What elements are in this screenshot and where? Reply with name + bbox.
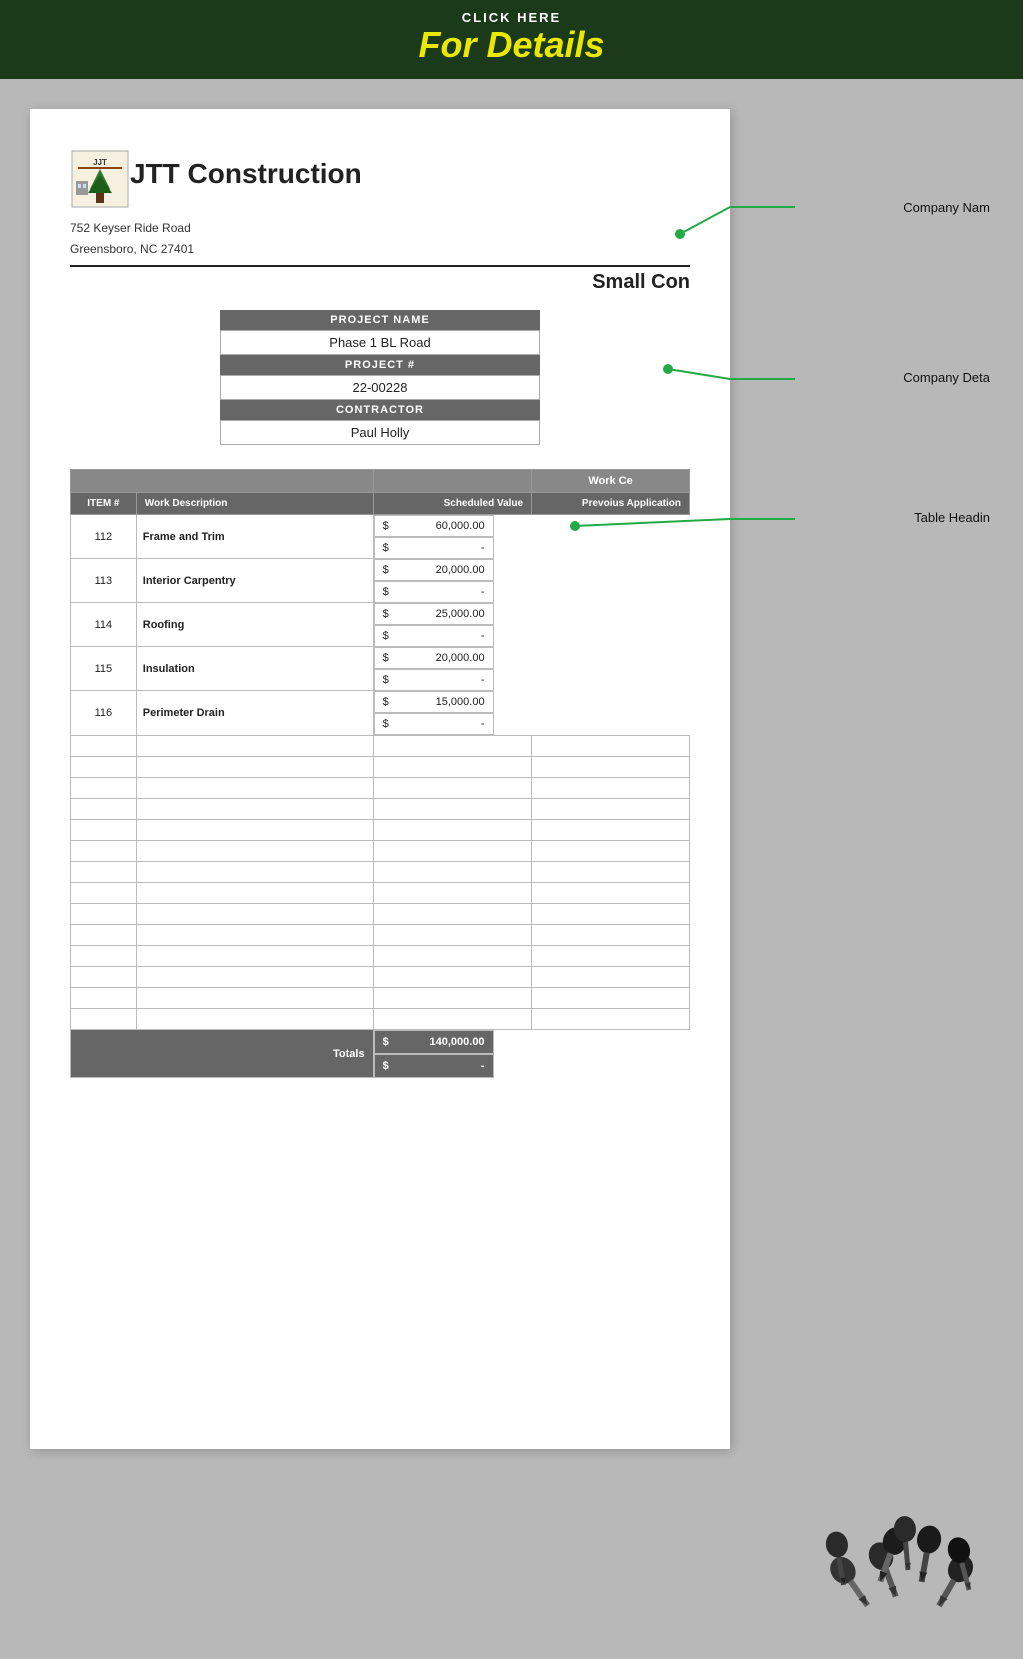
cell-item: 115 bbox=[71, 647, 137, 691]
project-name-value: Phase 1 BL Road bbox=[220, 330, 540, 355]
project-number-header: PROJECT # bbox=[220, 355, 540, 375]
table-row: 115 Insulation $20,000.00 $- bbox=[71, 647, 690, 691]
table-row: 114 Roofing $25,000.00 $- bbox=[71, 603, 690, 647]
right-panel: Company Nam Company Deta Table Headin bbox=[730, 79, 1000, 1479]
project-number-value: 22-00228 bbox=[220, 375, 540, 400]
table-empty-row bbox=[71, 819, 690, 840]
table-empty-row bbox=[71, 1008, 690, 1029]
table-empty-row bbox=[71, 987, 690, 1008]
document-area: JJT JTT Construction 752 Keyser Ride Roa… bbox=[30, 109, 730, 1449]
annotation-table-heading: Table Headin bbox=[914, 509, 990, 527]
cell-prev: $- bbox=[374, 537, 494, 559]
cell-prev: $- bbox=[374, 713, 494, 735]
for-details-text: For Details bbox=[0, 25, 1023, 65]
pushpin-decoration bbox=[783, 1499, 1003, 1649]
table-header-main: ITEM # Work Description Scheduled Value … bbox=[71, 492, 690, 514]
cell-item: 112 bbox=[71, 514, 137, 559]
annotation-company-details: Company Deta bbox=[903, 369, 990, 387]
cell-desc: Perimeter Drain bbox=[136, 691, 373, 736]
cell-sched: $15,000.00 bbox=[374, 691, 494, 713]
doc-type-label: Small Con bbox=[592, 271, 690, 294]
cell-desc: Interior Carpentry bbox=[136, 559, 373, 603]
data-table: Work Ce ITEM # Work Description Schedule… bbox=[70, 469, 690, 1079]
contractor-value: Paul Holly bbox=[220, 420, 540, 445]
click-here-text: CLICK HERE bbox=[0, 10, 1023, 25]
th-work-ce: Work Ce bbox=[532, 469, 690, 492]
company-name-heading: JTT Construction bbox=[130, 149, 362, 191]
company-header: JJT JTT Construction bbox=[70, 149, 690, 209]
table-empty-row bbox=[71, 945, 690, 966]
cell-prev: $- bbox=[374, 581, 494, 603]
table-empty-row bbox=[71, 924, 690, 945]
th-desc: Work Description bbox=[136, 492, 373, 514]
table-row: 116 Perimeter Drain $15,000.00 $- bbox=[71, 691, 690, 736]
th-item: ITEM # bbox=[71, 492, 137, 514]
svg-text:JJT: JJT bbox=[93, 158, 107, 167]
table-row: 112 Frame and Trim $60,000.00 $- bbox=[71, 514, 690, 559]
table-empty-row bbox=[71, 861, 690, 882]
table-header-top: Work Ce bbox=[71, 469, 690, 492]
cell-desc: Insulation bbox=[136, 647, 373, 691]
cell-sched: $60,000.00 bbox=[374, 515, 494, 537]
cell-item: 114 bbox=[71, 603, 137, 647]
cell-sched: $20,000.00 bbox=[374, 559, 494, 581]
company-logo: JJT bbox=[70, 149, 130, 209]
cell-item: 113 bbox=[71, 559, 137, 603]
cell-prev: $- bbox=[374, 669, 494, 691]
project-info-section: PROJECT NAME Phase 1 BL Road PROJECT # 2… bbox=[220, 310, 540, 445]
table-empty-row bbox=[71, 903, 690, 924]
cell-desc: Roofing bbox=[136, 603, 373, 647]
table-empty-row bbox=[71, 882, 690, 903]
th-empty-top bbox=[71, 469, 374, 492]
table-empty-row bbox=[71, 777, 690, 798]
company-address-1: 752 Keyser Ride Road bbox=[70, 219, 690, 238]
cell-sched: $25,000.00 bbox=[374, 603, 494, 625]
doc-type-row: Small Con bbox=[70, 271, 690, 294]
cell-item: 116 bbox=[71, 691, 137, 736]
cell-prev: $- bbox=[374, 625, 494, 647]
th-prev: Prevoius Application bbox=[532, 492, 690, 514]
bottom-area bbox=[0, 1479, 1023, 1659]
table-empty-row bbox=[71, 756, 690, 777]
table-empty-row bbox=[71, 735, 690, 756]
th-empty-sched-top bbox=[373, 469, 532, 492]
th-sched: Scheduled Value bbox=[373, 492, 532, 514]
table-empty-row bbox=[71, 798, 690, 819]
table-empty-row bbox=[71, 840, 690, 861]
project-name-header: PROJECT NAME bbox=[220, 310, 540, 330]
table-empty-row bbox=[71, 966, 690, 987]
top-banner[interactable]: CLICK HERE For Details bbox=[0, 0, 1023, 79]
annotation-company-name: Company Nam bbox=[903, 199, 990, 217]
table-row: 113 Interior Carpentry $20,000.00 $- bbox=[71, 559, 690, 603]
contractor-header: CONTRACTOR bbox=[220, 400, 540, 420]
company-address-2: Greensboro, NC 27401 bbox=[70, 240, 690, 259]
divider bbox=[70, 265, 690, 267]
cell-desc: Frame and Trim bbox=[136, 514, 373, 559]
table-totals-row: Totals $140,000.00 $- bbox=[71, 1029, 690, 1078]
cell-sched: $20,000.00 bbox=[374, 647, 494, 669]
